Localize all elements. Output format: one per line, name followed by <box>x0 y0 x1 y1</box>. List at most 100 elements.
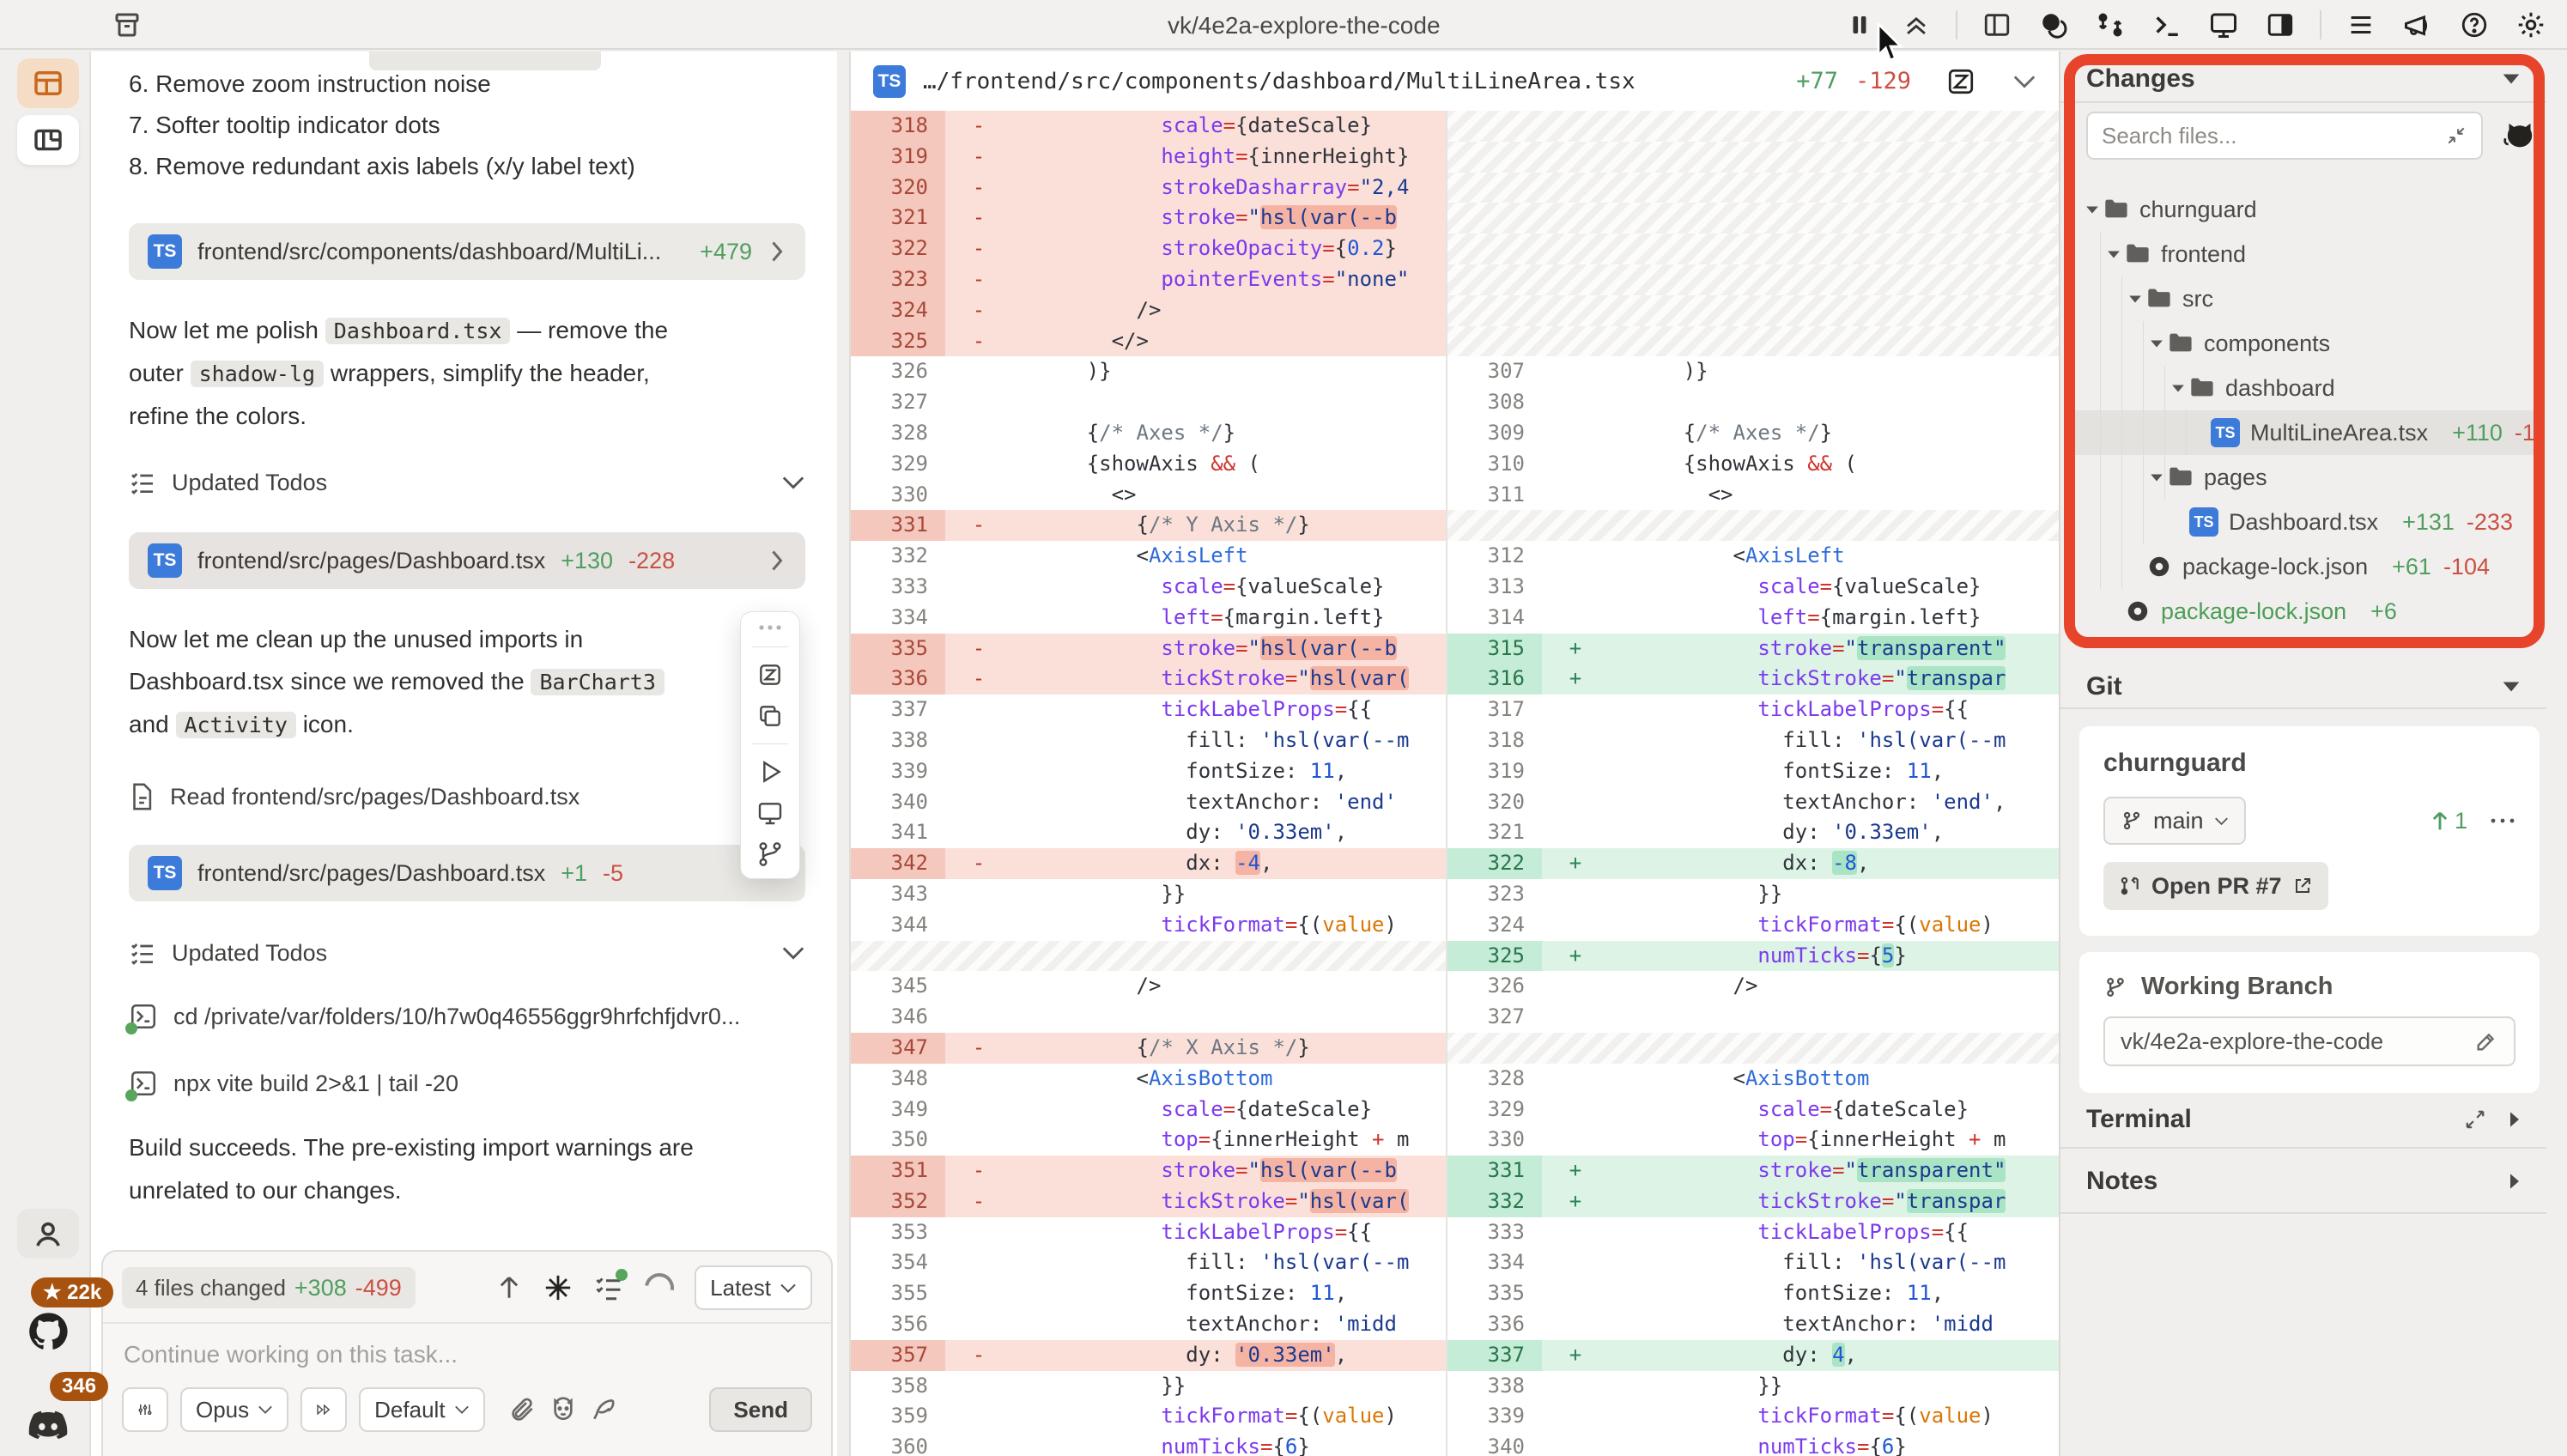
git-compare-icon[interactable] <box>2093 8 2127 42</box>
tree-item-dashboard-tsx[interactable]: TSDashboard.tsx+131-233 <box>2067 500 2536 544</box>
collapse-icon[interactable] <box>2445 124 2467 147</box>
settings-sliders-button[interactable] <box>122 1387 168 1432</box>
diff-line[interactable]: 357- dy: '0.33em', <box>851 1340 1447 1371</box>
attach-icon[interactable] <box>509 1396 537 1423</box>
diff-line[interactable]: 330 top={innerHeight + m <box>1447 1125 2059 1156</box>
workspace-tab[interactable] <box>17 115 79 165</box>
diff-line[interactable]: 335- stroke="hsl(var(--b <box>851 634 1447 664</box>
diff-gap[interactable] <box>1447 510 2059 541</box>
discord-link[interactable] <box>17 1401 79 1451</box>
diff-gap[interactable] <box>1447 203 2059 234</box>
github-link[interactable] <box>17 1307 79 1356</box>
diff-line[interactable]: 315+ stroke="transparent" <box>1447 634 2059 664</box>
diff-line[interactable]: 352- tickStroke="hsl(var( <box>851 1186 1447 1217</box>
diff-gap[interactable] <box>1447 1033 2059 1064</box>
diff-line[interactable]: 323 }} <box>1447 879 2059 910</box>
fast-forward-button[interactable] <box>300 1387 347 1432</box>
diff-line[interactable]: 326 /> <box>1447 971 2059 1002</box>
tree-item-components[interactable]: components <box>2067 321 2536 366</box>
diff-line[interactable]: 308 <box>1447 387 2059 418</box>
branch-selector[interactable]: main <box>2103 797 2246 845</box>
quill-icon[interactable] <box>590 1396 617 1423</box>
diff-gap[interactable] <box>1447 111 2059 142</box>
archive-box-icon[interactable] <box>110 8 144 42</box>
tree-item-churnguard[interactable]: churnguard <box>2067 187 2536 232</box>
diff-line[interactable]: 329 {showAxis && ( <box>851 449 1447 480</box>
diff-line[interactable]: 323- pointerEvents="none" <box>851 264 1447 295</box>
diff-line[interactable]: 321 dy: '0.33em', <box>1447 817 2059 848</box>
account-button[interactable] <box>17 1209 79 1259</box>
file-search-input[interactable]: Search files... <box>2086 112 2483 160</box>
file-change-chip[interactable]: TS frontend/src/pages/Dashboard.tsx +1 -… <box>129 845 805 901</box>
diff-line[interactable]: 328 <AxisBottom <box>1447 1064 2059 1095</box>
play-icon[interactable] <box>756 758 784 786</box>
more-dots-icon[interactable] <box>757 622 783 633</box>
tree-item-frontend[interactable]: frontend <box>2067 232 2536 276</box>
cat-filter-icon[interactable] <box>2502 118 2538 153</box>
diff-line[interactable]: 353 tickLabelProps={{ <box>851 1217 1447 1248</box>
diff-line[interactable]: 347- {/* X Axis */} <box>851 1033 1447 1064</box>
diff-line[interactable]: 342- dx: -4, <box>851 848 1447 879</box>
diff-line[interactable]: 340 textAnchor: 'end' <box>851 787 1447 818</box>
todos-indicator-icon[interactable] <box>593 1272 624 1303</box>
terminal-command-row[interactable]: cd /private/var/folders/10/h7w0q46556ggr… <box>129 996 805 1037</box>
diff-line[interactable]: 348 <AxisBottom <box>851 1064 1447 1095</box>
tree-item-package-lock-json[interactable]: package-lock.json+61-104 <box>2067 544 2536 589</box>
diff-line[interactable]: 326 )} <box>851 356 1447 387</box>
diff-line[interactable]: 311 <> <box>1447 480 2059 511</box>
diff-line[interactable]: 334 fill: 'hsl(var(--m <box>1447 1247 2059 1278</box>
diff-line[interactable]: 325+ numTicks={5} <box>1447 941 2059 972</box>
diff-line[interactable]: 331- {/* Y Axis */} <box>851 510 1447 541</box>
diff-line[interactable]: 339 fontSize: 11, <box>851 756 1447 787</box>
diff-line[interactable]: 341 dy: '0.33em', <box>851 817 1447 848</box>
diff-line[interactable]: 318 fill: 'hsl(var(--m <box>1447 725 2059 756</box>
settings-gear-icon[interactable] <box>2514 8 2548 42</box>
diff-line[interactable]: 331+ stroke="transparent" <box>1447 1156 2059 1186</box>
diff-line[interactable]: 337 tickLabelProps={{ <box>851 695 1447 725</box>
tree-item-multilinearea-tsx[interactable]: TSMultiLineArea.tsx+110-162 <box>2067 410 2536 455</box>
diff-line[interactable]: 337+ dy: 4, <box>1447 1340 2059 1371</box>
diff-line[interactable]: 354 fill: 'hsl(var(--m <box>851 1247 1447 1278</box>
files-changed-chip[interactable]: 4 files changed +308 -499 <box>122 1267 416 1308</box>
diff-line[interactable]: 359 tickFormat={(value) <box>851 1401 1447 1432</box>
diff-line[interactable]: 327 <box>851 387 1447 418</box>
diff-line[interactable]: 356 textAnchor: 'midd <box>851 1309 1447 1340</box>
diff-line[interactable]: 327 <box>1447 1002 2059 1033</box>
notes-section-header[interactable]: Notes <box>2060 1162 2546 1200</box>
file-change-chip[interactable]: TS frontend/src/pages/Dashboard.tsx +130… <box>129 532 805 589</box>
diff-line[interactable]: 345 /> <box>851 971 1447 1002</box>
diff-gap[interactable] <box>1447 173 2059 203</box>
diff-gap[interactable] <box>1447 295 2059 326</box>
working-branch-input[interactable]: vk/4e2a-explore-the-code <box>2103 1016 2515 1066</box>
diff-line[interactable]: 346 <box>851 1002 1447 1033</box>
help-icon[interactable] <box>2457 8 2491 42</box>
diff-line[interactable]: 317 tickLabelProps={{ <box>1447 695 2059 725</box>
diff-line[interactable]: 318- scale={dateScale} <box>851 111 1447 142</box>
collapse-all-icon[interactable] <box>1899 8 1933 42</box>
diff-line[interactable]: 319 fontSize: 11, <box>1447 756 2059 787</box>
arrow-up-icon[interactable] <box>495 1273 523 1302</box>
diff-line[interactable]: 343 }} <box>851 879 1447 910</box>
diff-line[interactable]: 351- stroke="hsl(var(--b <box>851 1156 1447 1186</box>
diff-line[interactable]: 338 }} <box>1447 1371 2059 1402</box>
diff-line[interactable]: 322- strokeOpacity={0.2} <box>851 234 1447 264</box>
diff-line[interactable]: 312 <AxisLeft <box>1447 541 2059 572</box>
terminal-icon[interactable] <box>2150 8 2184 42</box>
diff-line[interactable]: 350 top={innerHeight + m <box>851 1125 1447 1156</box>
diff-line[interactable]: 340 numTicks={6} <box>1447 1432 2059 1456</box>
cat-icon[interactable] <box>549 1396 578 1423</box>
diff-line[interactable]: 328 {/* Axes */} <box>851 418 1447 449</box>
diff-line[interactable]: 336- tickStroke="hsl(var( <box>851 664 1447 695</box>
changes-section-header[interactable]: Changes <box>2060 60 2546 98</box>
diff-line[interactable]: 339 tickFormat={(value) <box>1447 1401 2059 1432</box>
message-input[interactable]: Continue working on this task... <box>103 1322 831 1386</box>
diff-line[interactable]: 314 left={margin.left} <box>1447 603 2059 634</box>
read-file-row[interactable]: Read frontend/src/pages/Dashboard.tsx <box>129 776 805 817</box>
diff-gap[interactable] <box>1447 264 2059 295</box>
diff-line[interactable]: 330 <> <box>851 480 1447 511</box>
file-change-chip[interactable]: TS frontend/src/components/dashboard/Mul… <box>129 223 805 280</box>
diff-line[interactable]: 316+ tickStroke="transpar <box>1447 664 2059 695</box>
copy-icon[interactable] <box>756 702 784 730</box>
diff-line[interactable]: 322+ dx: -8, <box>1447 848 2059 879</box>
megaphone-icon[interactable] <box>2400 8 2435 42</box>
